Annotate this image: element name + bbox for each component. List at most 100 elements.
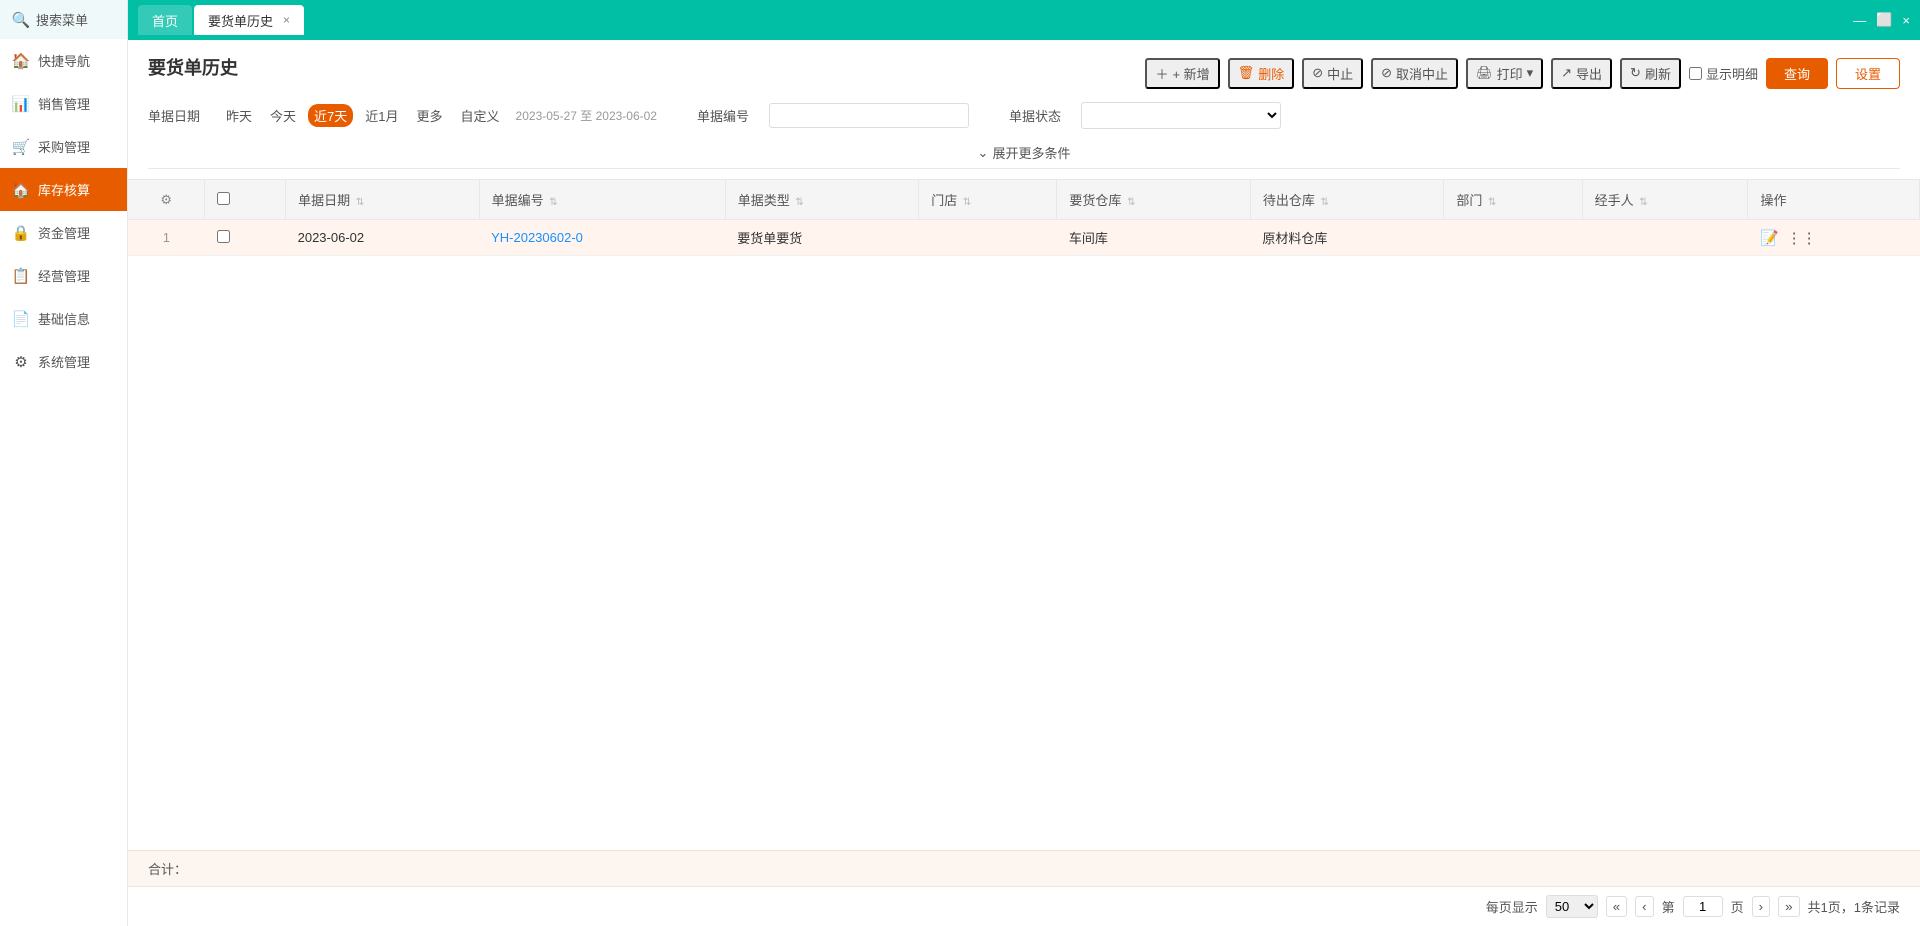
print-icon: 🖨 bbox=[1476, 65, 1493, 81]
settings-button[interactable]: 设置 bbox=[1836, 58, 1900, 89]
export-icon: ↗ bbox=[1561, 65, 1572, 81]
date-btn-yesterday[interactable]: 昨天 bbox=[220, 104, 258, 127]
cart-icon: 🛒 bbox=[12, 138, 30, 156]
table-header-row: ⚙ 单据日期 ⇅ 单据编号 ⇅ 单据类型 bbox=[128, 180, 1920, 220]
tab-home[interactable]: 首页 bbox=[138, 5, 192, 35]
sidebar-item-label: 采购管理 bbox=[38, 137, 90, 156]
doc-number-input[interactable] bbox=[769, 103, 969, 128]
page-number-input[interactable] bbox=[1683, 896, 1723, 917]
row-department bbox=[1444, 220, 1582, 256]
doc-status-label: 单据状态 bbox=[1009, 106, 1061, 125]
date-btn-more[interactable]: 更多 bbox=[411, 104, 449, 127]
sidebar-item-label: 资金管理 bbox=[38, 223, 90, 242]
tab-close-icon[interactable]: × bbox=[283, 13, 290, 27]
sidebar-item-quick-nav[interactable]: 🏠 快捷导航 bbox=[0, 39, 127, 82]
first-page-button[interactable]: « bbox=[1606, 896, 1627, 917]
doc-status-select[interactable] bbox=[1081, 102, 1281, 129]
cancel-stop-button[interactable]: ⊘ 取消中止 bbox=[1371, 58, 1458, 89]
delete-button[interactable]: 🗑 删除 bbox=[1228, 58, 1295, 89]
data-table: ⚙ 单据日期 ⇅ 单据编号 ⇅ 单据类型 bbox=[128, 180, 1920, 256]
row-handler bbox=[1582, 220, 1748, 256]
doc-number-link[interactable]: YH-20230602-0 bbox=[491, 230, 583, 245]
add-icon: ＋ bbox=[1155, 64, 1168, 83]
search-icon: 🔍 bbox=[12, 11, 30, 29]
window-minimize-button[interactable]: — bbox=[1853, 13, 1866, 28]
sidebar-item-sales[interactable]: 📊 销售管理 bbox=[0, 82, 127, 125]
action-column-header: 操作 bbox=[1748, 180, 1920, 220]
department-column-header[interactable]: 部门 ⇅ bbox=[1444, 180, 1582, 220]
row-doc-date: 2023-06-02 bbox=[286, 220, 479, 256]
sort-arrow-store: ⇅ bbox=[963, 197, 971, 208]
table-row: 1 2023-06-02 YH-20230602-0 要货单要货 车间库 原材料… bbox=[128, 220, 1920, 256]
sidebar-item-purchase[interactable]: 🛒 采购管理 bbox=[0, 125, 127, 168]
row-checkbox[interactable] bbox=[217, 230, 230, 243]
topbar: 首页 要货单历史 × — ⬜ × bbox=[128, 0, 1920, 40]
date-btn-last7days[interactable]: 近7天 bbox=[308, 104, 353, 127]
window-restore-button[interactable]: ⬜ bbox=[1876, 12, 1892, 28]
sidebar-item-basic-info[interactable]: 📄 基础信息 bbox=[0, 297, 127, 340]
date-btn-today[interactable]: 今天 bbox=[264, 104, 302, 127]
sidebar-item-finance[interactable]: 🔒 资金管理 bbox=[0, 211, 127, 254]
sort-arrow-pend-wh: ⇅ bbox=[1321, 197, 1329, 208]
page-title: 要货单历史 bbox=[148, 54, 238, 80]
footer-summary: 合计： bbox=[128, 850, 1920, 886]
settings-column-header[interactable]: ⚙ bbox=[128, 180, 205, 220]
stop-icon: ⊘ bbox=[1312, 65, 1323, 81]
window-close-button[interactable]: × bbox=[1902, 13, 1910, 28]
doc-date-column-header[interactable]: 单据日期 ⇅ bbox=[286, 180, 479, 220]
stop-button[interactable]: ⊘ 中止 bbox=[1302, 58, 1363, 89]
checkbox-column-header bbox=[205, 180, 286, 220]
warehouse-icon: 🏠 bbox=[12, 181, 30, 199]
print-dropdown-icon: ▾ bbox=[1527, 65, 1534, 81]
date-options: 昨天 今天 近7天 近1月 更多 自定义 2023-05-27 至 2023-0… bbox=[220, 104, 657, 127]
display-detail-checkbox[interactable] bbox=[1689, 67, 1702, 80]
row-action-cell: 📝 ⋮⋮ bbox=[1748, 220, 1920, 256]
doc-number-column-header[interactable]: 单据编号 ⇅ bbox=[479, 180, 725, 220]
sidebar-item-operations[interactable]: 📋 经营管理 bbox=[0, 254, 127, 297]
add-button[interactable]: ＋ + 新增 bbox=[1145, 58, 1219, 89]
per-page-select[interactable]: 50 10 20 100 bbox=[1546, 895, 1598, 918]
store-column-header[interactable]: 门店 ⇅ bbox=[919, 180, 1057, 220]
row-doc-type: 要货单要货 bbox=[725, 220, 918, 256]
next-page-button[interactable]: › bbox=[1752, 896, 1770, 917]
select-all-checkbox[interactable] bbox=[217, 192, 230, 205]
doc-type-column-header[interactable]: 单据类型 ⇅ bbox=[725, 180, 918, 220]
home-icon: 🏠 bbox=[12, 52, 30, 70]
query-button[interactable]: 查询 bbox=[1766, 58, 1828, 89]
content-area: 要货单历史 ＋ + 新增 🗑 删除 ⊘ 中止 ⊘ bbox=[128, 40, 1920, 926]
refresh-icon: ↻ bbox=[1630, 65, 1641, 81]
delete-icon: 🗑 bbox=[1238, 65, 1255, 81]
main-area: 首页 要货单历史 × — ⬜ × 要货单历史 ＋ + 新增 � bbox=[128, 0, 1920, 926]
sidebar-item-inventory[interactable]: 🏠 库存核算 bbox=[0, 168, 127, 211]
action-icons: 📝 ⋮⋮ bbox=[1760, 229, 1908, 247]
display-detail-toggle[interactable]: 显示明细 bbox=[1689, 64, 1758, 83]
print-button[interactable]: 🖨 打印 ▾ bbox=[1466, 58, 1543, 89]
pagination-bar: 每页显示 50 10 20 100 « ‹ 第 页 › » 共1页，1条记录 bbox=[128, 886, 1920, 926]
handler-column-header[interactable]: 经手人 ⇅ bbox=[1582, 180, 1748, 220]
sidebar-item-label: 基础信息 bbox=[38, 309, 90, 328]
pending-warehouse-column-header[interactable]: 待出仓库 ⇅ bbox=[1250, 180, 1443, 220]
row-number: 1 bbox=[128, 220, 205, 256]
edit-icon[interactable]: 📝 bbox=[1760, 229, 1779, 247]
per-page-label: 每页显示 bbox=[1486, 897, 1538, 916]
req-warehouse-column-header[interactable]: 要货仓库 ⇅ bbox=[1057, 180, 1250, 220]
export-button[interactable]: ↗ 导出 bbox=[1551, 58, 1612, 89]
sort-arrow-type: ⇅ bbox=[795, 197, 803, 208]
sort-arrow-req-wh: ⇅ bbox=[1127, 197, 1135, 208]
last-page-button[interactable]: » bbox=[1778, 896, 1799, 917]
cancel-stop-icon: ⊘ bbox=[1381, 65, 1392, 81]
sidebar-search[interactable]: 🔍 搜索菜单 bbox=[0, 0, 127, 39]
sidebar-item-label: 销售管理 bbox=[38, 94, 90, 113]
date-btn-custom[interactable]: 自定义 bbox=[455, 104, 506, 127]
date-btn-last-month[interactable]: 近1月 bbox=[359, 104, 404, 127]
row-store bbox=[919, 220, 1057, 256]
ops-icon: 📋 bbox=[12, 267, 30, 285]
row-req-warehouse: 车间库 bbox=[1057, 220, 1250, 256]
more-icon[interactable]: ⋮⋮ bbox=[1787, 229, 1817, 247]
sidebar-item-system[interactable]: ⚙ 系统管理 bbox=[0, 340, 127, 383]
refresh-button[interactable]: ↻ 刷新 bbox=[1620, 58, 1681, 89]
tab-requisition-label: 要货单历史 bbox=[208, 11, 273, 30]
expand-filter-button[interactable]: ⌄ 展开更多条件 bbox=[148, 137, 1900, 168]
prev-page-button[interactable]: ‹ bbox=[1635, 896, 1653, 917]
tab-requisition-history[interactable]: 要货单历史 × bbox=[194, 5, 304, 35]
